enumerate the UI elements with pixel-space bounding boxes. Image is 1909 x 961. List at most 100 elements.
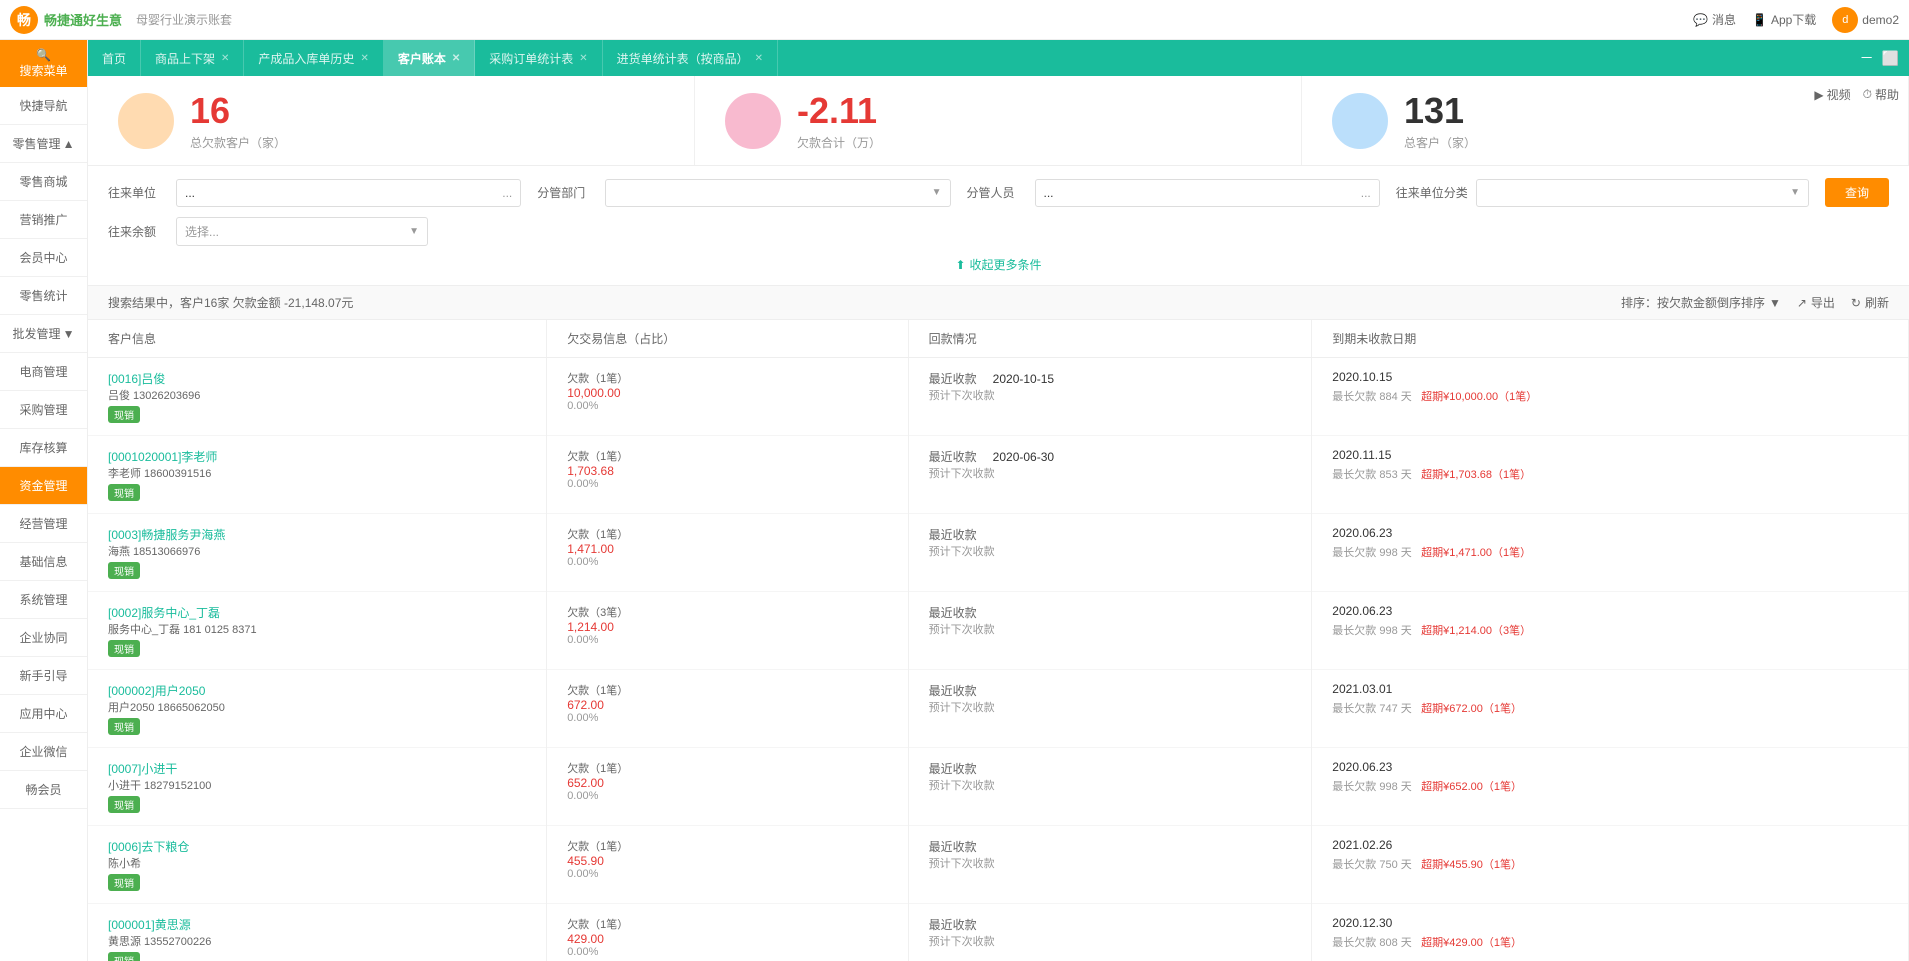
help-icon: ⏱ (1863, 87, 1872, 102)
tab-close-icon[interactable]: ✕ (360, 53, 368, 64)
filter-input-person[interactable]: ... (1035, 179, 1380, 207)
customer-name[interactable]: 李老师 (181, 450, 217, 464)
customer-name[interactable]: 黄思源 (155, 918, 191, 932)
video-btn[interactable]: ▶ 视频 (1814, 86, 1850, 103)
customer-name[interactable]: 小进干 (141, 762, 177, 776)
stat-label-debt-total: 欠款合计（万） (797, 134, 881, 151)
sidebar-item-ecommerce[interactable]: 电商管理 (0, 353, 87, 391)
next-payment-label: 预计下次收款 (929, 933, 1292, 949)
sidebar-item-operation[interactable]: 经营管理 (0, 505, 87, 543)
debt-info-cell: 欠款（3笔） 1,214.00 0.00% (547, 592, 908, 670)
filter-input-balance[interactable]: 选择... ▼ (176, 217, 428, 246)
customer-id: [0002] (108, 606, 141, 620)
customer-phone: 服务中心_丁磊 181 0125 8371 (108, 621, 526, 637)
debt-info-cell: 欠款（1笔） 429.00 0.00% (547, 904, 908, 961)
tab-product-history[interactable]: 产成品入库单历史 ✕ (244, 40, 383, 76)
sidebar-item-marketing[interactable]: 营销推广 (0, 201, 87, 239)
stat-info-total-customers: 131 总客户（家） (1404, 90, 1476, 151)
tab-home[interactable]: 首页 (88, 40, 141, 76)
overdue-amount[interactable]: 超期¥455.90（1笔） (1421, 859, 1522, 871)
minimize-icon[interactable]: － (1860, 48, 1874, 68)
customer-name[interactable]: 畅捷服务尹海燕 (141, 528, 225, 542)
overdue-amount[interactable]: 超期¥10,000.00（1笔） (1421, 391, 1537, 403)
table-row: [000001]黄思源 黄思源 13552700226 现销 欠款（1笔） 42… (88, 904, 1909, 961)
tab-close-icon[interactable]: ✕ (755, 53, 763, 64)
customer-phone: 陈小希 (108, 855, 526, 871)
overdue-amount[interactable]: 超期¥1,214.00（3笔） (1421, 625, 1531, 637)
customer-name[interactable]: 用户2050 (155, 684, 206, 698)
tab-close-icon[interactable]: ✕ (452, 53, 460, 64)
recent-payment-label: 最近收款 (929, 682, 977, 699)
filter-input-dept[interactable]: ▼ (605, 179, 950, 207)
customer-tag: 现销 (108, 718, 140, 735)
customer-name[interactable]: 吕俊 (141, 372, 165, 386)
payment-row: 最近收款 2020-06-30 (929, 448, 1292, 465)
overdue-amount[interactable]: 超期¥672.00（1笔） (1421, 703, 1522, 715)
phone-icon: 📱 (1752, 13, 1767, 27)
sidebar-item-enterprise[interactable]: 企业协同 (0, 619, 87, 657)
sidebar-item-stock[interactable]: 库存核算 (0, 429, 87, 467)
collapse-button[interactable]: ⬆ 收起更多条件 (108, 256, 1889, 273)
sidebar-item-finance[interactable]: 资金管理 (0, 467, 87, 505)
debt-label: 欠款（3笔） (567, 604, 887, 620)
sidebar-item-vip[interactable]: 畅会员 (0, 771, 87, 809)
refresh-button[interactable]: ↻ 刷新 (1851, 294, 1889, 311)
sidebar-item-purchase[interactable]: 采购管理 (0, 391, 87, 429)
due-date: 2020.10.15 (1332, 370, 1888, 384)
maximize-icon[interactable]: ⬜ (1882, 50, 1899, 67)
sidebar-search[interactable]: 🔍 搜索菜单 (0, 40, 87, 87)
export-button[interactable]: ↗ 导出 (1797, 294, 1835, 311)
next-payment-label: 预计下次收款 (929, 387, 1292, 403)
overdue-days: 最长欠款 998 天 (1332, 781, 1411, 793)
app-download-btn[interactable]: 📱 App下载 (1752, 11, 1816, 28)
due-date-cell: 2021.02.26 最长欠款 750 天 超期¥455.90（1笔） (1312, 826, 1909, 904)
tab-product-shelf[interactable]: 商品上下架 ✕ (141, 40, 244, 76)
payment-row: 最近收款 (929, 526, 1292, 543)
user-area[interactable]: d demo2 (1832, 7, 1899, 33)
overdue-amount[interactable]: 超期¥1,471.00（1笔） (1421, 547, 1531, 559)
filter-row-1: 往来单位 ... 分管部门 ▼ 分管人员 (108, 178, 1889, 207)
overdue-amount[interactable]: 超期¥429.00（1笔） (1421, 937, 1522, 949)
tab-close-icon[interactable]: ✕ (221, 53, 229, 64)
overdue-amount[interactable]: 超期¥1,703.68（1笔） (1421, 469, 1531, 481)
tab-purchase-order[interactable]: 采购订单统计表 ✕ (475, 40, 602, 76)
sidebar-item-batch-manage[interactable]: 批发管理 ▼ (0, 315, 87, 353)
sidebar-item-retail-manage[interactable]: 零售管理 ▲ (0, 125, 87, 163)
sidebar-item-guide[interactable]: 新手引导 (0, 657, 87, 695)
sidebar-item-quick-nav[interactable]: 快捷导航 (0, 87, 87, 125)
sidebar-item-apps[interactable]: 应用中心 (0, 695, 87, 733)
col-debt-info: 欠交易信息（占比） (547, 320, 908, 358)
customer-id: [000002] (108, 684, 155, 698)
message-btn[interactable]: 💬 消息 (1693, 11, 1736, 28)
sidebar-item-basic-info[interactable]: 基础信息 (0, 543, 87, 581)
payment-status-cell: 最近收款 预计下次收款 (908, 748, 1312, 826)
sidebar-item-retail-mall[interactable]: 零售商城 (0, 163, 87, 201)
sidebar-item-wechat[interactable]: 企业微信 (0, 733, 87, 771)
svg-text:¥: ¥ (141, 114, 150, 130)
recent-payment-label: 最近收款 (929, 838, 977, 855)
stat-number-debt-customers: 16 (190, 90, 286, 132)
customer-name[interactable]: 去下粮仓 (141, 840, 189, 854)
payment-status-cell: 最近收款 预计下次收款 (908, 904, 1312, 961)
help-btn[interactable]: ⏱ 帮助 (1863, 86, 1899, 103)
recent-payment-label: 最近收款 (929, 526, 977, 543)
tab-customer-account[interactable]: 客户账本 ✕ (384, 40, 475, 76)
top-bar: 畅 畅捷通好生意 母婴行业演示账套 💬 消息 📱 App下载 d demo2 (0, 0, 1909, 40)
debt-info-cell: 欠款（1笔） 652.00 0.00% (547, 748, 908, 826)
recent-payment-label: 最近收款 (929, 760, 977, 777)
customer-name[interactable]: 服务中心_丁磊 (141, 606, 220, 620)
search-button[interactable]: 查询 (1825, 178, 1889, 207)
overdue-amount[interactable]: 超期¥652.00（1笔） (1421, 781, 1522, 793)
sidebar-item-system[interactable]: 系统管理 (0, 581, 87, 619)
filter-input-from-unit[interactable]: ... (176, 179, 521, 207)
debt-info-cell: 欠款（1笔） 1,703.68 0.00% (547, 436, 908, 514)
sidebar-item-member[interactable]: 会员中心 (0, 239, 87, 277)
tab-stock-stats[interactable]: 进货单统计表（按商品） ✕ (603, 40, 778, 76)
top-bar-right: 💬 消息 📱 App下载 d demo2 (1693, 7, 1899, 33)
filter-input-unit-type[interactable]: ▼ (1476, 179, 1809, 207)
next-payment-label: 预计下次收款 (929, 465, 1292, 481)
tab-close-icon[interactable]: ✕ (579, 53, 587, 64)
recent-payment-label: 最近收款 (929, 916, 977, 933)
sidebar-item-retail-stats[interactable]: 零售统计 (0, 277, 87, 315)
payment-row: 最近收款 2020-10-15 (929, 370, 1292, 387)
